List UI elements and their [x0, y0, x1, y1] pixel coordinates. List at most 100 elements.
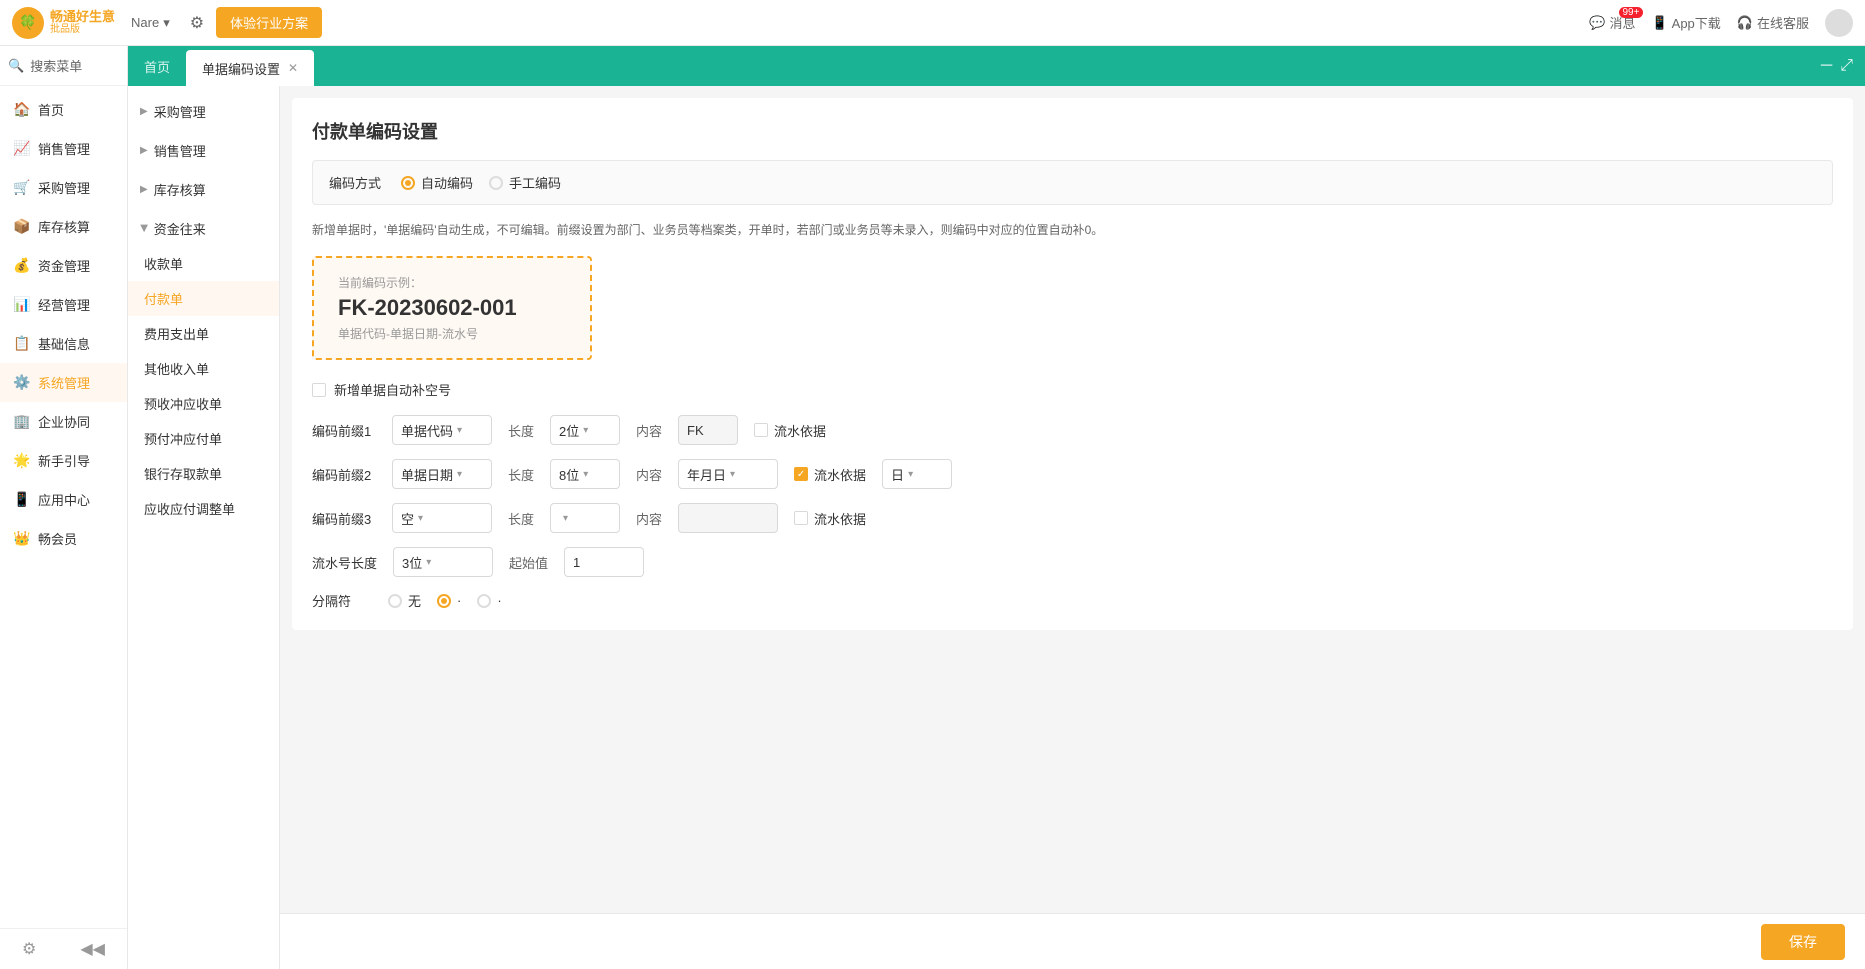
chevron-down-icon: ▾	[457, 469, 462, 480]
content1-label: 内容	[636, 421, 662, 440]
sidebar-item-finance[interactable]: 💰 资金管理	[0, 246, 127, 285]
sidebar-item-inventory[interactable]: 📦 库存核算	[0, 207, 127, 246]
sub-nav-finance[interactable]: ▶ 资金往来	[128, 211, 279, 246]
topbar-right: 💬 消息 99+ 📱 App下载 🎧 在线客服	[1589, 9, 1853, 37]
content-right: 付款单编码设置 编码方式 自动编码 手	[280, 86, 1865, 969]
start-value-input[interactable]	[564, 547, 644, 577]
app-download-button[interactable]: 📱 App下载	[1651, 13, 1720, 32]
sub-nav-bank-deposit[interactable]: 银行存取款单	[128, 456, 279, 491]
sidebar-item-company[interactable]: 🏢 企业协同	[0, 402, 127, 441]
sub-nav-prepay-payable[interactable]: 预付冲应付单	[128, 421, 279, 456]
preview-label: 当前编码示例：	[338, 274, 566, 291]
prefix3-select[interactable]: 空 ▾	[392, 503, 492, 533]
tab-home[interactable]: 首页	[128, 46, 186, 86]
prefix2-row: 编码前缀2 单据日期 ▾ 长度 8位 ▾ 内容	[312, 459, 1833, 489]
arrow-icon: ▶	[140, 184, 148, 195]
settings-icon[interactable]: ⚙	[186, 9, 208, 37]
sub-nav-section-finance: ▶ 资金往来 收款单 付款单 费用支出单 其他收入单 预收冲应收单 预付冲应付单…	[128, 211, 279, 526]
sep-dot-radio[interactable]: ·	[437, 593, 461, 608]
finance-icon: 💰	[14, 258, 30, 274]
content-with-subnav: ▶ 采购管理 ▶ 销售管理 ▶ 库存核算	[128, 86, 1865, 969]
auto-encode-radio[interactable]: 自动编码	[401, 173, 473, 192]
sub-nav-other-income[interactable]: 其他收入单	[128, 351, 279, 386]
waterflow1-label: 流水依据	[774, 421, 826, 440]
sep-none-radio[interactable]: 无	[388, 591, 421, 610]
sidebar-item-apps[interactable]: 📱 应用中心	[0, 480, 127, 519]
apps-icon: 📱	[14, 492, 30, 508]
sidebar-item-company-label: 企业协同	[38, 412, 90, 431]
search-menu-button[interactable]: 🔍 搜索菜单	[0, 46, 127, 86]
length1-select[interactable]: 2位 ▾	[550, 415, 620, 445]
content1-value: FK	[678, 415, 738, 445]
save-button[interactable]: 保存	[1761, 924, 1845, 960]
manual-encode-dot	[489, 176, 503, 190]
sidebar-nav: 🏠 首页 📈 销售管理 🛒 采购管理 📦 库存核算 💰 资金管理 📊 经	[0, 86, 127, 928]
waterflow2-checkbox-box: ✓	[794, 467, 808, 481]
length2-select[interactable]: 8位 ▾	[550, 459, 620, 489]
company-icon: 🏢	[14, 414, 30, 430]
preview-format: 单据代码-单据日期-流水号	[338, 325, 566, 342]
tab-maximize-icon[interactable]: ⤢	[1840, 57, 1853, 75]
sep-none-dot	[388, 594, 402, 608]
sub-nav-receipt[interactable]: 收款单	[128, 246, 279, 281]
waterflow3-checkbox[interactable]: 流水依据	[794, 509, 866, 528]
sidebar-item-member[interactable]: 👑 畅会员	[0, 519, 127, 558]
sub-nav-payment[interactable]: 付款单	[128, 281, 279, 316]
chevron-down-icon: ▾	[426, 557, 431, 568]
chevron-down-icon: ▾	[457, 425, 462, 436]
preview-code: FK-20230602-001	[338, 295, 566, 321]
company-dropdown[interactable]: Nare ▾	[123, 11, 178, 35]
serial-select[interactable]: 3位 ▾	[393, 547, 493, 577]
sub-nav-sales[interactable]: ▶ 销售管理	[128, 133, 279, 168]
search-icon: 🔍	[8, 58, 24, 74]
user-avatar[interactable]	[1825, 9, 1853, 37]
chevron-down-icon: ▾	[583, 425, 588, 436]
chevron-down-icon: ▾	[730, 469, 735, 480]
sidebar-item-system[interactable]: ⚙️ 系统管理	[0, 363, 127, 402]
sub-nav-inventory[interactable]: ▶ 库存核算	[128, 172, 279, 207]
sidebar-item-inventory-label: 库存核算	[38, 217, 90, 236]
logo-icon: 🍀	[12, 7, 44, 39]
tab-minimize-icon[interactable]: ─	[1821, 57, 1832, 75]
prefix1-value: 单据代码	[401, 421, 453, 440]
sidebar-item-purchase[interactable]: 🛒 采购管理	[0, 168, 127, 207]
serial-row: 流水号长度 3位 ▾ 起始值	[312, 547, 1833, 577]
prefix2-select[interactable]: 单据日期 ▾	[392, 459, 492, 489]
waterflow2-period-select[interactable]: 日 ▾	[882, 459, 952, 489]
prefix1-select[interactable]: 单据代码 ▾	[392, 415, 492, 445]
tab-close-icon[interactable]: ✕	[288, 61, 298, 75]
sidebar-item-member-label: 畅会员	[38, 529, 77, 548]
experience-button[interactable]: 体验行业方案	[216, 7, 322, 38]
auto-fill-row: 新增单据自动补空号	[312, 380, 1833, 399]
auto-encode-dot	[401, 176, 415, 190]
sidebar-settings-icon[interactable]: ⚙	[22, 939, 36, 959]
prefix1-row: 编码前缀1 单据代码 ▾ 长度 2位 ▾ 内容 FK	[312, 415, 1833, 445]
sidebar-item-home-label: 首页	[38, 100, 64, 119]
tab-encode-settings[interactable]: 单据编码设置 ✕	[186, 50, 314, 86]
waterflow1-checkbox[interactable]: 流水依据	[754, 421, 826, 440]
content2-select[interactable]: 年月日 ▾	[678, 459, 778, 489]
sidebar-item-newbie[interactable]: 🌟 新手引导	[0, 441, 127, 480]
company-name: Nare	[131, 15, 159, 30]
auto-fill-checkbox[interactable]	[312, 383, 326, 397]
app-download-label: App下载	[1672, 13, 1721, 32]
sub-nav-expense[interactable]: 费用支出单	[128, 316, 279, 351]
sidebar-item-basic[interactable]: 📋 基础信息	[0, 324, 127, 363]
length3-select[interactable]: ▾	[550, 503, 620, 533]
chevron-down-icon: ▾	[908, 469, 913, 480]
bottom-bar: 保存	[280, 913, 1865, 969]
sidebar-item-operation[interactable]: 📊 经营管理	[0, 285, 127, 324]
sub-nav-receivable-adjustment[interactable]: 应收应付调整单	[128, 491, 279, 526]
message-button[interactable]: 💬 消息 99+	[1589, 13, 1635, 32]
sub-nav-purchase[interactable]: ▶ 采购管理	[128, 94, 279, 129]
sidebar-collapse-icon[interactable]: ◀◀	[80, 939, 105, 959]
sidebar-item-home[interactable]: 🏠 首页	[0, 90, 127, 129]
sub-nav-prepay-receivable[interactable]: 预收冲应收单	[128, 386, 279, 421]
manual-encode-radio[interactable]: 手工编码	[489, 173, 561, 192]
scrollable-content: 付款单编码设置 编码方式 自动编码 手	[280, 86, 1865, 913]
sep-dash-radio[interactable]: ·	[477, 593, 501, 608]
online-service-button[interactable]: 🎧 在线客服	[1737, 13, 1809, 32]
prefix1-label: 编码前缀1	[312, 421, 376, 440]
waterflow2-checkbox[interactable]: ✓ 流水依据	[794, 465, 866, 484]
sidebar-item-sales[interactable]: 📈 销售管理	[0, 129, 127, 168]
